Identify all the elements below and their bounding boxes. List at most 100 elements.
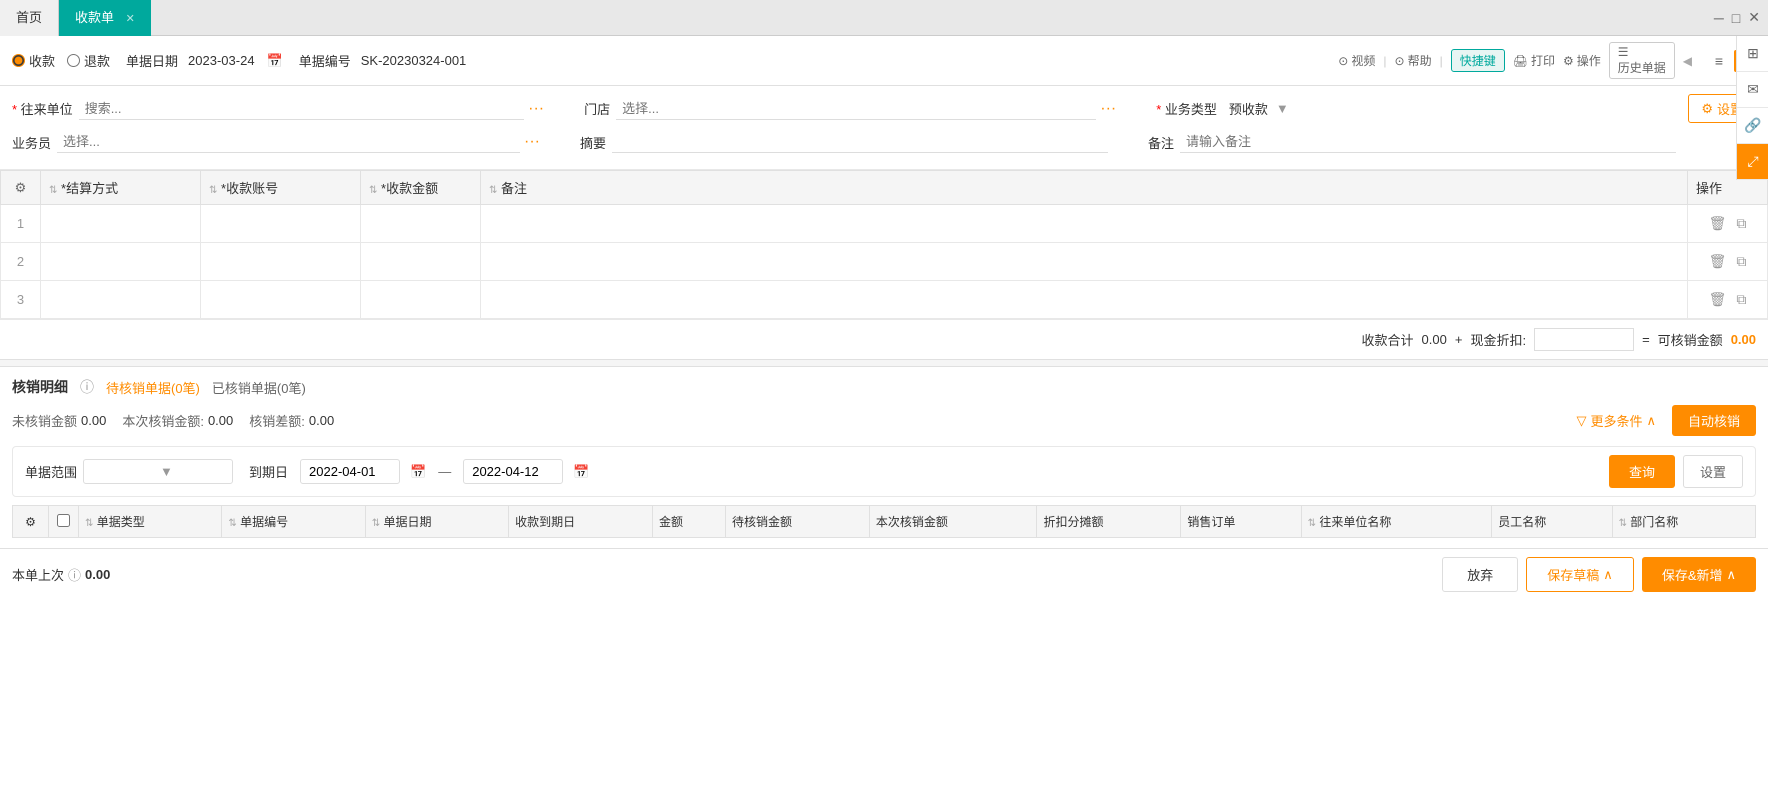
pending-tab[interactable]: 待核销单据(0笔) bbox=[106, 378, 200, 397]
unverified-stat: 未核销金额 0.00 bbox=[12, 411, 106, 430]
settlement-cell-3[interactable] bbox=[41, 281, 201, 319]
table-row: 3 🗑 ⧉ bbox=[1, 281, 1768, 319]
calendar-icon[interactable]: 📅 bbox=[267, 53, 283, 69]
settlement-cell-1[interactable] bbox=[41, 205, 201, 243]
filter-settings-btn[interactable]: 设置 bbox=[1683, 455, 1743, 488]
sort-icon: ⇅ bbox=[369, 185, 377, 196]
store-input[interactable] bbox=[616, 98, 1096, 120]
history-btn[interactable]: ☰ 历史单据 bbox=[1609, 42, 1675, 79]
more-conditions-btn[interactable]: ▽ 更多条件 ∧ bbox=[1576, 411, 1656, 430]
right-panel-email-icon[interactable]: ✉ bbox=[1737, 72, 1768, 108]
sort-icon: ⇅ bbox=[489, 185, 497, 196]
th-settlement: ⇅ *结算方式 bbox=[41, 171, 201, 205]
range-field: 单据范围 ▼ bbox=[25, 459, 233, 484]
history-icon: ☰ bbox=[1618, 45, 1666, 59]
salesman-input[interactable] bbox=[57, 131, 520, 153]
abstract-input[interactable] bbox=[612, 131, 1108, 153]
list-view-icon[interactable]: ≡ bbox=[1708, 50, 1730, 72]
row-delete-btn-3[interactable]: 🗑 bbox=[1707, 289, 1729, 310]
diff-stat: 核销差额: 0.00 bbox=[249, 411, 334, 430]
right-panel-table-icon[interactable]: ⊞ bbox=[1737, 36, 1768, 72]
bth-due-date: 收款到期日 bbox=[509, 506, 653, 538]
right-panel-expand-icon[interactable]: ⤢ bbox=[1737, 144, 1768, 180]
tab-receipt[interactable]: 收款单 ✕ bbox=[59, 0, 151, 36]
maximize-icon[interactable]: □ bbox=[1732, 10, 1740, 26]
date-from-input[interactable] bbox=[300, 459, 400, 484]
done-tab[interactable]: 已核销单据(0笔) bbox=[212, 378, 306, 397]
calendar-from-icon[interactable]: 📅 bbox=[410, 464, 426, 480]
bottom-table-header: ⚙ ⇅ 单据类型 ⇅ 单据编号 ⇅ 单据日期 收款到期日 金额 待核销金额 本次… bbox=[13, 506, 1756, 538]
note-cell-3[interactable] bbox=[481, 281, 1688, 319]
bth-gear[interactable]: ⚙ bbox=[13, 506, 49, 538]
right-panel: ⊞ ✉ 🔗 ⤢ bbox=[1736, 36, 1768, 180]
salesman-more-icon[interactable]: ··· bbox=[524, 133, 540, 151]
video-icon: ⊙ bbox=[1338, 54, 1348, 68]
store-field: 门店 ··· bbox=[584, 98, 1116, 120]
auto-verify-btn[interactable]: 自动核销 bbox=[1672, 405, 1756, 436]
discard-btn[interactable]: 放弃 bbox=[1442, 557, 1518, 592]
note-cell-1[interactable] bbox=[481, 205, 1688, 243]
account-cell-2[interactable] bbox=[201, 243, 361, 281]
footer-left: 本单上次 ⓘ 0.00 bbox=[12, 565, 110, 584]
counterpart-input[interactable] bbox=[79, 98, 524, 120]
account-cell-3[interactable] bbox=[201, 281, 361, 319]
store-more-icon[interactable]: ··· bbox=[1100, 100, 1116, 118]
amount-cell-1[interactable] bbox=[361, 205, 481, 243]
bottom-table: ⚙ ⇅ 单据类型 ⇅ 单据编号 ⇅ 单据日期 收款到期日 金额 待核销金额 本次… bbox=[12, 505, 1756, 538]
footer: 本单上次 ⓘ 0.00 放弃 保存草稿 ∧ 保存&新增 ∧ bbox=[0, 548, 1768, 600]
operation-btn[interactable]: ⚙ 操作 bbox=[1563, 52, 1601, 69]
amount-cell-2[interactable] bbox=[361, 243, 481, 281]
date-to-input[interactable] bbox=[463, 459, 563, 484]
select-all-checkbox[interactable] bbox=[57, 514, 70, 527]
close-icon[interactable]: ✕ bbox=[1748, 9, 1760, 26]
verification-section: 核销明细 ⓘ 待核销单据(0笔) 已核销单据(0笔) 未核销金额 0.00 本次… bbox=[0, 367, 1768, 548]
note-input[interactable] bbox=[1180, 131, 1676, 153]
print-btn[interactable]: 🖨 打印 bbox=[1513, 52, 1555, 69]
row-copy-btn-2[interactable]: ⧉ bbox=[1734, 251, 1748, 272]
receipt-radio[interactable]: 收款 bbox=[12, 51, 55, 70]
business-type-chevron[interactable]: ▼ bbox=[1276, 101, 1289, 116]
tab-home[interactable]: 首页 bbox=[0, 0, 59, 36]
table-header-row: ⚙ ⇅ *结算方式 ⇅ *收款账号 ⇅ *收款金额 ⇅ bbox=[1, 171, 1768, 205]
section-separator bbox=[0, 359, 1768, 367]
amount-cell-3[interactable] bbox=[361, 281, 481, 319]
counterpart-more-icon[interactable]: ··· bbox=[528, 100, 544, 118]
help-icon: ⊙ bbox=[1395, 54, 1405, 68]
discount-input[interactable] bbox=[1534, 328, 1634, 351]
note-cell-2[interactable] bbox=[481, 243, 1688, 281]
info-icon-footer[interactable]: ⓘ bbox=[68, 565, 81, 584]
bth-current-verify: 本次核销金额 bbox=[869, 506, 1037, 538]
operation-icon: ⚙ bbox=[1563, 54, 1574, 68]
bth-doc-type: ⇅ 单据类型 bbox=[79, 506, 222, 538]
summary-row: 收款合计 0.00 + 现金折扣: = 可核销金额 0.00 bbox=[0, 319, 1768, 359]
row-copy-btn-3[interactable]: ⧉ bbox=[1734, 289, 1748, 310]
row-copy-btn-1[interactable]: ⧉ bbox=[1734, 213, 1748, 234]
range-select[interactable]: ▼ bbox=[83, 459, 233, 484]
query-btn[interactable]: 查询 bbox=[1609, 455, 1675, 488]
form-area: 往来单位 ··· 门店 ··· 业务类型 预收款 ▼ ⚙ 设置 bbox=[0, 86, 1768, 170]
calendar-to-icon[interactable]: 📅 bbox=[573, 464, 589, 480]
verification-header: 核销明细 ⓘ 待核销单据(0笔) 已核销单据(0笔) bbox=[12, 377, 1756, 397]
nav-prev-icon[interactable]: ◀ bbox=[1683, 54, 1692, 68]
save-draft-btn[interactable]: 保存草稿 ∧ bbox=[1526, 557, 1634, 592]
minimize-icon[interactable]: ─ bbox=[1714, 10, 1724, 26]
info-icon[interactable]: ⓘ bbox=[80, 377, 94, 397]
help-btn[interactable]: ⊙ 帮助 bbox=[1395, 52, 1432, 69]
th-account: ⇅ *收款账号 bbox=[201, 171, 361, 205]
counterpart-field: 往来单位 ··· bbox=[12, 98, 544, 120]
refund-radio[interactable]: 退款 bbox=[67, 51, 110, 70]
account-cell-1[interactable] bbox=[201, 205, 361, 243]
save-new-btn[interactable]: 保存&新增 ∧ bbox=[1642, 557, 1756, 592]
sort-icon: ⇅ bbox=[209, 185, 217, 196]
settlement-cell-2[interactable] bbox=[41, 243, 201, 281]
tab-close-icon[interactable]: ✕ bbox=[126, 13, 135, 25]
th-gear[interactable]: ⚙ bbox=[1, 171, 41, 205]
shortcut-btn[interactable]: 快捷键 bbox=[1451, 49, 1505, 72]
video-btn[interactable]: ⊙ 视频 bbox=[1338, 52, 1375, 69]
gear-icon[interactable]: ⚙ bbox=[15, 180, 27, 195]
chevron-up-icon: ∧ bbox=[1603, 567, 1613, 583]
row-delete-btn-1[interactable]: 🗑 bbox=[1707, 213, 1729, 234]
right-panel-attachment-icon[interactable]: 🔗 bbox=[1737, 108, 1768, 144]
row-delete-btn-2[interactable]: 🗑 bbox=[1707, 251, 1729, 272]
bth-checkbox[interactable] bbox=[49, 506, 79, 538]
